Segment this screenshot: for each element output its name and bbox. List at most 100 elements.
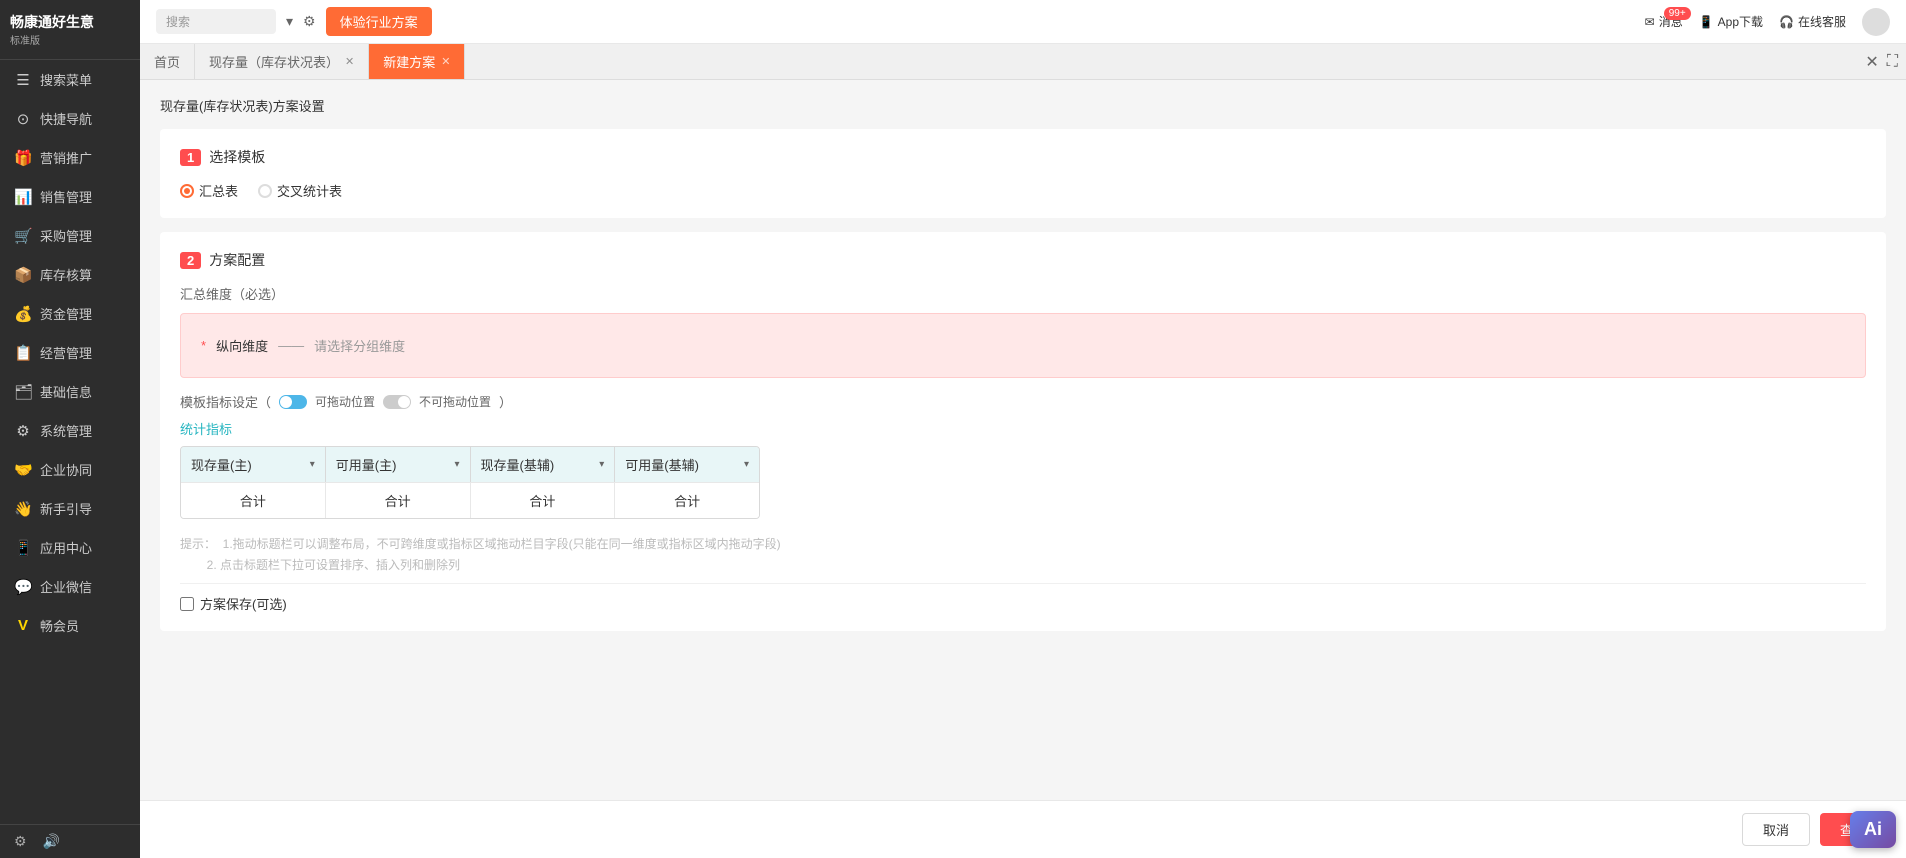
sidebar-item-inventory[interactable]: 📦 库存核算 xyxy=(0,255,140,294)
step1-label: 选择模板 xyxy=(209,147,265,167)
indicator-settings: 模板指标设定（ 可拖动位置 不可拖动位置 ） xyxy=(180,392,1866,411)
dimension-section-label: 汇总维度（必选） xyxy=(180,284,1866,303)
inventory-icon: 📦 xyxy=(14,266,32,284)
topbar: 搜索 ▾ ⚙ 体验行业方案 ✉ 消息 99+ 📱 App下载 🎧 在线客服 xyxy=(140,0,1906,44)
search-box: 搜索 xyxy=(156,9,276,34)
tip-1: 提示： 1.拖动标题栏可以调整布局，不可跨维度或指标区域拖动栏目字段(只能在同一… xyxy=(180,535,1866,552)
indicator-suffix: ） xyxy=(499,392,512,411)
tab-new-scheme[interactable]: 新建方案 ✕ xyxy=(369,44,465,79)
sidebar-item-label: 销售管理 xyxy=(40,187,92,206)
sidebar-item-search-menu[interactable]: ☰ 搜索菜单 xyxy=(0,60,140,99)
sidebar-item-guide[interactable]: 👋 新手引导 xyxy=(0,489,140,528)
settings-icon[interactable]: ⚙ xyxy=(14,833,27,850)
stats-header-row: 现存量(主) ▾ 可用量(主) ▾ 现存量(基辅) ▾ 可用量(基辅) xyxy=(181,447,759,482)
chevron-down-icon[interactable]: ▾ xyxy=(286,13,293,30)
col-3-arrow: ▾ xyxy=(744,459,749,470)
sidebar-item-quick-nav[interactable]: ⊙ 快捷导航 xyxy=(0,99,140,138)
cooperation-icon: 🤝 xyxy=(14,461,32,479)
basic-info-icon: 🗂 xyxy=(14,383,32,401)
indicator-label: 模板指标设定（ 可拖动位置 不可拖动位置 ） xyxy=(180,392,1866,411)
stats-col-1-label: 可用量(主) xyxy=(336,455,397,474)
tab-inventory[interactable]: 现存量（库存状况表） ✕ xyxy=(195,44,369,79)
tab-home-label: 首页 xyxy=(154,52,180,71)
stats-col-3[interactable]: 可用量(基辅) ▾ xyxy=(615,447,759,482)
trial-button[interactable]: 体验行业方案 xyxy=(326,7,432,36)
app-center-icon: 📱 xyxy=(14,539,32,557)
ai-badge[interactable]: Ai xyxy=(1850,811,1896,848)
sidebar-scroll: ☰ 搜索菜单 ⊙ 快捷导航 🎁 营销推广 📊 销售管理 🛒 采购管理 📦 库存核… xyxy=(0,60,140,824)
sidebar-item-basic-info[interactable]: 🗂 基础信息 xyxy=(0,372,140,411)
sidebar-item-label: 企业微信 xyxy=(40,577,92,596)
messages-button[interactable]: ✉ 消息 99+ xyxy=(1645,13,1683,30)
required-mark: * xyxy=(201,338,206,353)
sidebar-item-operations[interactable]: 📋 经营管理 xyxy=(0,333,140,372)
draggable-toggle[interactable] xyxy=(279,395,307,409)
col-2-arrow: ▾ xyxy=(599,459,604,470)
close-icon[interactable]: ✕ xyxy=(1865,52,1878,72)
page-title: 现存量(库存状况表)方案设置 xyxy=(160,96,1886,115)
cancel-button[interactable]: 取消 xyxy=(1742,813,1810,846)
radio-cross[interactable]: 交叉统计表 xyxy=(258,181,342,200)
stats-cell-0-3: 合计 xyxy=(615,483,759,518)
save-scheme-label: 方案保存(可选) xyxy=(200,594,287,613)
tab-home[interactable]: 首页 xyxy=(140,44,195,79)
dimension-dash: —— xyxy=(278,338,304,353)
stats-cell-0-2: 合计 xyxy=(471,483,616,518)
tabs-bar: 首页 现存量（库存状况表） ✕ 新建方案 ✕ ✕ ⛶ xyxy=(140,44,1906,80)
stats-section-label: 统计指标 xyxy=(180,419,1866,438)
stats-section: 统计指标 现存量(主) ▾ 可用量(主) ▾ 现存量(基辅) xyxy=(180,419,1866,519)
sidebar-item-label: 采购管理 xyxy=(40,226,92,245)
sidebar: 畅康通好生意 标准版 ☰ 搜索菜单 ⊙ 快捷导航 🎁 营销推广 📊 销售管理 🛒… xyxy=(0,0,140,858)
stats-col-2[interactable]: 现存量(基辅) ▾ xyxy=(471,447,616,482)
sidebar-item-label: 资金管理 xyxy=(40,304,92,323)
sidebar-item-label: 系统管理 xyxy=(40,421,92,440)
topbar-left: 搜索 ▾ ⚙ 体验行业方案 xyxy=(156,7,432,36)
tab-inventory-close[interactable]: ✕ xyxy=(345,55,354,68)
sidebar-item-cooperation[interactable]: 🤝 企业协同 xyxy=(0,450,140,489)
sidebar-item-wechat[interactable]: 💬 企业微信 xyxy=(0,567,140,606)
sales-icon: 📊 xyxy=(14,188,32,206)
content-area: 现存量(库存状况表)方案设置 1 选择模板 汇总表 交叉统计表 2 xyxy=(140,80,1906,800)
tips-section: 提示： 1.拖动标题栏可以调整布局，不可跨维度或指标区域拖动栏目字段(只能在同一… xyxy=(180,535,1866,573)
stats-col-1[interactable]: 可用量(主) ▾ xyxy=(326,447,471,482)
sidebar-item-purchase[interactable]: 🛒 采购管理 xyxy=(0,216,140,255)
sidebar-item-label: 库存核算 xyxy=(40,265,92,284)
save-scheme-checkbox[interactable] xyxy=(180,597,194,611)
tab-new-scheme-close[interactable]: ✕ xyxy=(441,55,450,68)
messages-badge: 99+ xyxy=(1664,7,1691,20)
sidebar-item-label: 经营管理 xyxy=(40,343,92,362)
dimension-row: * 纵向维度 —— 请选择分组维度 xyxy=(201,336,1845,355)
sidebar-item-membership[interactable]: V 畅会员 xyxy=(0,606,140,645)
tabs-actions: ✕ ⛶ xyxy=(1865,52,1906,72)
app-download-button[interactable]: 📱 App下载 xyxy=(1699,13,1763,30)
non-draggable-toggle[interactable] xyxy=(383,395,411,409)
sidebar-item-finance[interactable]: 💰 资金管理 xyxy=(0,294,140,333)
headset-icon: 🎧 xyxy=(1779,15,1794,29)
sidebar-item-label: 畅会员 xyxy=(40,616,79,635)
sidebar-item-system[interactable]: ⚙ 系统管理 xyxy=(0,411,140,450)
marketing-icon: 🎁 xyxy=(14,149,32,167)
stats-col-0[interactable]: 现存量(主) ▾ xyxy=(181,447,326,482)
expand-icon[interactable]: ⛶ xyxy=(1887,53,1898,71)
save-scheme-row: 方案保存(可选) xyxy=(180,583,1866,613)
radio-summary[interactable]: 汇总表 xyxy=(180,181,238,200)
topbar-right: ✉ 消息 99+ 📱 App下载 🎧 在线客服 xyxy=(1645,8,1890,36)
sidebar-item-sales[interactable]: 📊 销售管理 xyxy=(0,177,140,216)
section-scheme-config: 2 方案配置 汇总维度（必选） * 纵向维度 —— 请选择分组维度 模板指标设定… xyxy=(160,232,1886,631)
sidebar-item-label: 快捷导航 xyxy=(40,109,92,128)
membership-icon: V xyxy=(14,617,32,634)
online-service-button[interactable]: 🎧 在线客服 xyxy=(1779,13,1846,30)
dimension-name: 纵向维度 xyxy=(216,336,268,355)
dimension-placeholder[interactable]: 请选择分组维度 xyxy=(314,336,405,355)
app-download-label: App下载 xyxy=(1718,13,1763,30)
sidebar-item-label: 营销推广 xyxy=(40,148,92,167)
sidebar-item-app-center[interactable]: 📱 应用中心 xyxy=(0,528,140,567)
user-avatar[interactable] xyxy=(1862,8,1890,36)
stats-col-2-label: 现存量(基辅) xyxy=(481,455,555,474)
dimension-box: * 纵向维度 —— 请选择分组维度 xyxy=(180,313,1866,378)
sidebar-item-marketing[interactable]: 🎁 营销推广 xyxy=(0,138,140,177)
operations-icon: 📋 xyxy=(14,344,32,362)
volume-icon[interactable]: 🔊 xyxy=(43,833,60,850)
tip-2-text: 2. 点击标题栏下拉可设置排序、插入列和删除列 xyxy=(207,558,460,572)
gear-icon[interactable]: ⚙ xyxy=(303,13,316,30)
